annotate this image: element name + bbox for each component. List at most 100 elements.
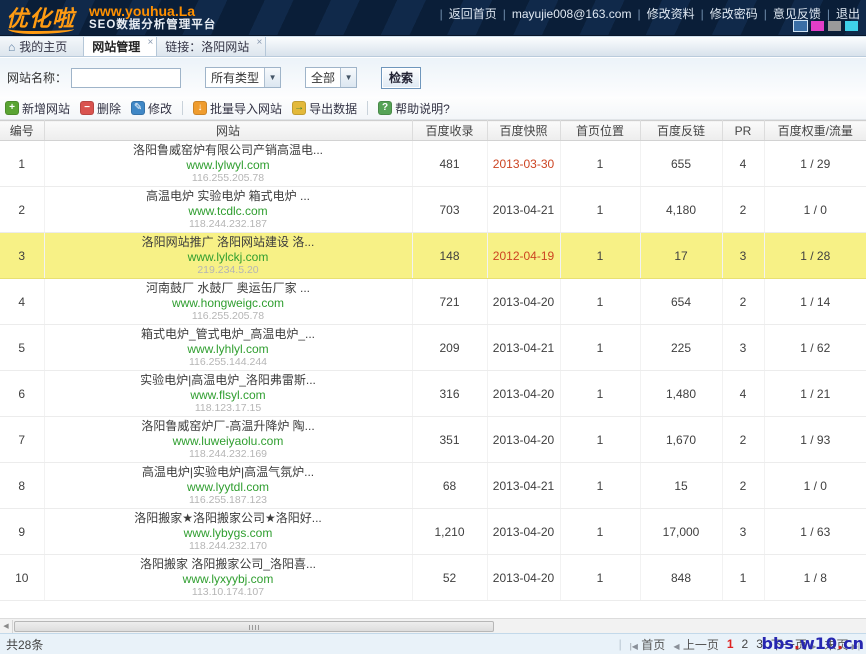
site-title: 高温电炉 实验电炉 箱式电炉 ... <box>45 189 412 204</box>
add-site-button[interactable]: + 新增网站 <box>5 100 70 117</box>
weight-traffic-value: 1 / 8 <box>764 555 866 601</box>
home-icon: ⌂ <box>8 40 15 54</box>
site-domain-link[interactable]: www.tcdlc.com <box>45 204 412 218</box>
baidu-snapshot-date: 2013-04-20 <box>487 279 560 325</box>
nav-link-account-email[interactable]: mayujie008@163.com <box>512 7 632 21</box>
table-row[interactable]: 8高温电炉|实验电炉|高温气氛炉...www.lyytdl.com116.255… <box>0 463 866 509</box>
site-domain-link[interactable]: www.lyhlyl.com <box>45 342 412 356</box>
table-row[interactable]: 9洛阳搬家★洛阳搬家公司★洛阳好...www.lybygs.com118.244… <box>0 509 866 555</box>
chevron-down-icon[interactable]: ▼ <box>340 68 356 87</box>
table-row[interactable]: 6实验电炉|高温电炉_洛阳弗雷斯...www.flsyl.com118.123.… <box>0 371 866 417</box>
site-cell: 洛阳鲁威窑炉厂-高温升降炉 陶...www.luweiyaolu.com118.… <box>44 417 412 463</box>
site-domain-link[interactable]: www.lyytdl.com <box>45 480 412 494</box>
search-button[interactable]: 检索 <box>381 67 421 89</box>
table-row[interactable]: 10洛阳搬家 洛阳搬家公司_洛阳喜...www.lyxyybj.com113.1… <box>0 555 866 601</box>
theme-color-swatch[interactable] <box>811 21 824 31</box>
site-cell: 洛阳网站推广 洛阳网站建设 洛...www.lylckj.com219.234.… <box>44 233 412 279</box>
scroll-left-arrow-icon[interactable]: ◀ <box>0 620 13 633</box>
nav-link-logout[interactable]: 退出 <box>836 5 860 22</box>
row-id: 6 <box>0 371 44 417</box>
tab-links-luoyang[interactable]: 链接：洛阳网站 × <box>157 37 266 56</box>
home-position-value: 1 <box>560 233 640 279</box>
help-button[interactable]: ? 帮助说明? <box>378 100 450 117</box>
pr-value: 3 <box>722 233 764 279</box>
tab-bar: ⌂ 我的主页 网站管理 × 链接：洛阳网站 × <box>0 36 866 57</box>
help-icon: ? <box>378 101 392 115</box>
tab-site-management[interactable]: 网站管理 × <box>84 37 157 56</box>
row-id: 8 <box>0 463 44 509</box>
delete-button[interactable]: − 删除 <box>80 100 121 117</box>
table-row[interactable]: 4河南鼓厂 水鼓厂 奥运缶厂家 ...www.hongweigc.com116.… <box>0 279 866 325</box>
home-position-value: 1 <box>560 463 640 509</box>
site-cell: 洛阳搬家 洛阳搬家公司_洛阳喜...www.lyxyybj.com113.10.… <box>44 555 412 601</box>
baidu-backlinks-value: 654 <box>640 279 722 325</box>
site-domain-link[interactable]: www.lylwyl.com <box>45 158 412 172</box>
table-row[interactable]: 2高温电炉 实验电炉 箱式电炉 ...www.tcdlc.com118.244.… <box>0 187 866 233</box>
baidu-snapshot-date: 2013-04-20 <box>487 417 560 463</box>
site-ip: 219.234.5.20 <box>45 264 412 277</box>
site-title: 高温电炉|实验电炉|高温气氛炉... <box>45 465 412 480</box>
pr-value: 2 <box>722 187 764 233</box>
theme-color-swatch[interactable] <box>845 21 858 31</box>
button-label: 帮助说明? <box>395 100 450 117</box>
nav-link-change-password[interactable]: 修改密码 <box>710 5 758 22</box>
site-title: 洛阳搬家★洛阳搬家公司★洛阳好... <box>45 511 412 526</box>
tab-label: 链接：洛阳网站 <box>165 38 249 55</box>
chevron-down-icon[interactable]: ▼ <box>264 68 280 87</box>
page-number-button[interactable]: 1 <box>727 637 734 651</box>
edit-icon: ✎ <box>131 101 145 115</box>
baidu-backlinks-value: 4,180 <box>640 187 722 233</box>
scrollbar-thumb[interactable] <box>14 621 494 632</box>
baidu-snapshot-date: 2013-04-21 <box>487 187 560 233</box>
horizontal-scrollbar[interactable]: ◀ <box>0 618 866 633</box>
baidu-snapshot-date: 2012-04-19 <box>487 233 560 279</box>
first-page-icon: |◀ <box>630 642 638 651</box>
site-domain-link[interactable]: www.hongweigc.com <box>45 296 412 310</box>
site-title: 洛阳鲁威窑炉厂-高温升降炉 陶... <box>45 419 412 434</box>
first-page-button[interactable]: |◀ 首页 <box>630 636 666 653</box>
site-domain-link[interactable]: www.lyxyybj.com <box>45 572 412 586</box>
site-domain-link[interactable]: www.luweiyaolu.com <box>45 434 412 448</box>
scrollbar-grip-icon <box>249 625 260 630</box>
baidu-index-value: 1,210 <box>412 509 487 555</box>
close-icon[interactable]: × <box>147 38 153 48</box>
site-domain-link[interactable]: www.flsyl.com <box>45 388 412 402</box>
page-number-button[interactable]: 2 <box>742 637 749 651</box>
nav-link-home[interactable]: 返回首页 <box>449 5 497 22</box>
site-domain-link[interactable]: www.lylckj.com <box>45 250 412 264</box>
export-data-button[interactable]: → 导出数据 <box>292 100 357 117</box>
table-row[interactable]: 5箱式电炉_管式电炉_高温电炉_...www.lyhlyl.com116.255… <box>0 325 866 371</box>
column-header-weight-traffic: 百度权重/流量 <box>764 121 866 141</box>
weight-traffic-value: 1 / 0 <box>764 463 866 509</box>
home-position-value: 1 <box>560 417 640 463</box>
table-row[interactable]: 1洛阳鲁威窑炉有限公司产销高温电...www.lylwyl.com116.255… <box>0 141 866 187</box>
column-header-baidu-backlinks: 百度反链 <box>640 121 722 141</box>
close-icon[interactable]: × <box>256 38 262 48</box>
baidu-index-value: 52 <box>412 555 487 601</box>
baidu-index-value: 721 <box>412 279 487 325</box>
table-row[interactable]: 7洛阳鲁威窑炉厂-高温升降炉 陶...www.luweiyaolu.com118… <box>0 417 866 463</box>
baidu-snapshot-date: 2013-04-20 <box>487 509 560 555</box>
status-select[interactable]: 全部 ▼ <box>305 67 357 88</box>
theme-color-swatch[interactable] <box>828 21 841 31</box>
theme-color-swatch[interactable] <box>794 21 807 31</box>
pr-value: 3 <box>722 509 764 555</box>
site-name-input[interactable] <box>71 68 181 88</box>
nav-link-edit-profile[interactable]: 修改资料 <box>647 5 695 22</box>
total-count: 共28条 <box>6 636 43 653</box>
site-ip: 118.123.17.15 <box>45 402 412 415</box>
weight-traffic-value: 1 / 21 <box>764 371 866 417</box>
type-select[interactable]: 所有类型 ▼ <box>205 67 281 88</box>
nav-link-feedback[interactable]: 意见反馈 <box>773 5 821 22</box>
table-row[interactable]: 3 洛阳网站推广 洛阳网站建设 洛...www.lylckj.com219.234… <box>0 233 866 279</box>
pager-separator: | <box>619 637 622 651</box>
button-label: 导出数据 <box>309 100 357 117</box>
watermark-text: cn <box>843 634 864 653</box>
prev-page-button[interactable]: ◀ 上一页 <box>673 636 719 653</box>
edit-button[interactable]: ✎ 修改 <box>131 100 172 117</box>
site-cell: 河南鼓厂 水鼓厂 奥运缶厂家 ...www.hongweigc.com116.2… <box>44 279 412 325</box>
batch-import-button[interactable]: ↓ 批量导入网站 <box>193 100 282 117</box>
tab-my-homepage[interactable]: ⌂ 我的主页 <box>0 37 84 56</box>
export-data-icon: → <box>292 101 306 115</box>
site-domain-link[interactable]: www.lybygs.com <box>45 526 412 540</box>
